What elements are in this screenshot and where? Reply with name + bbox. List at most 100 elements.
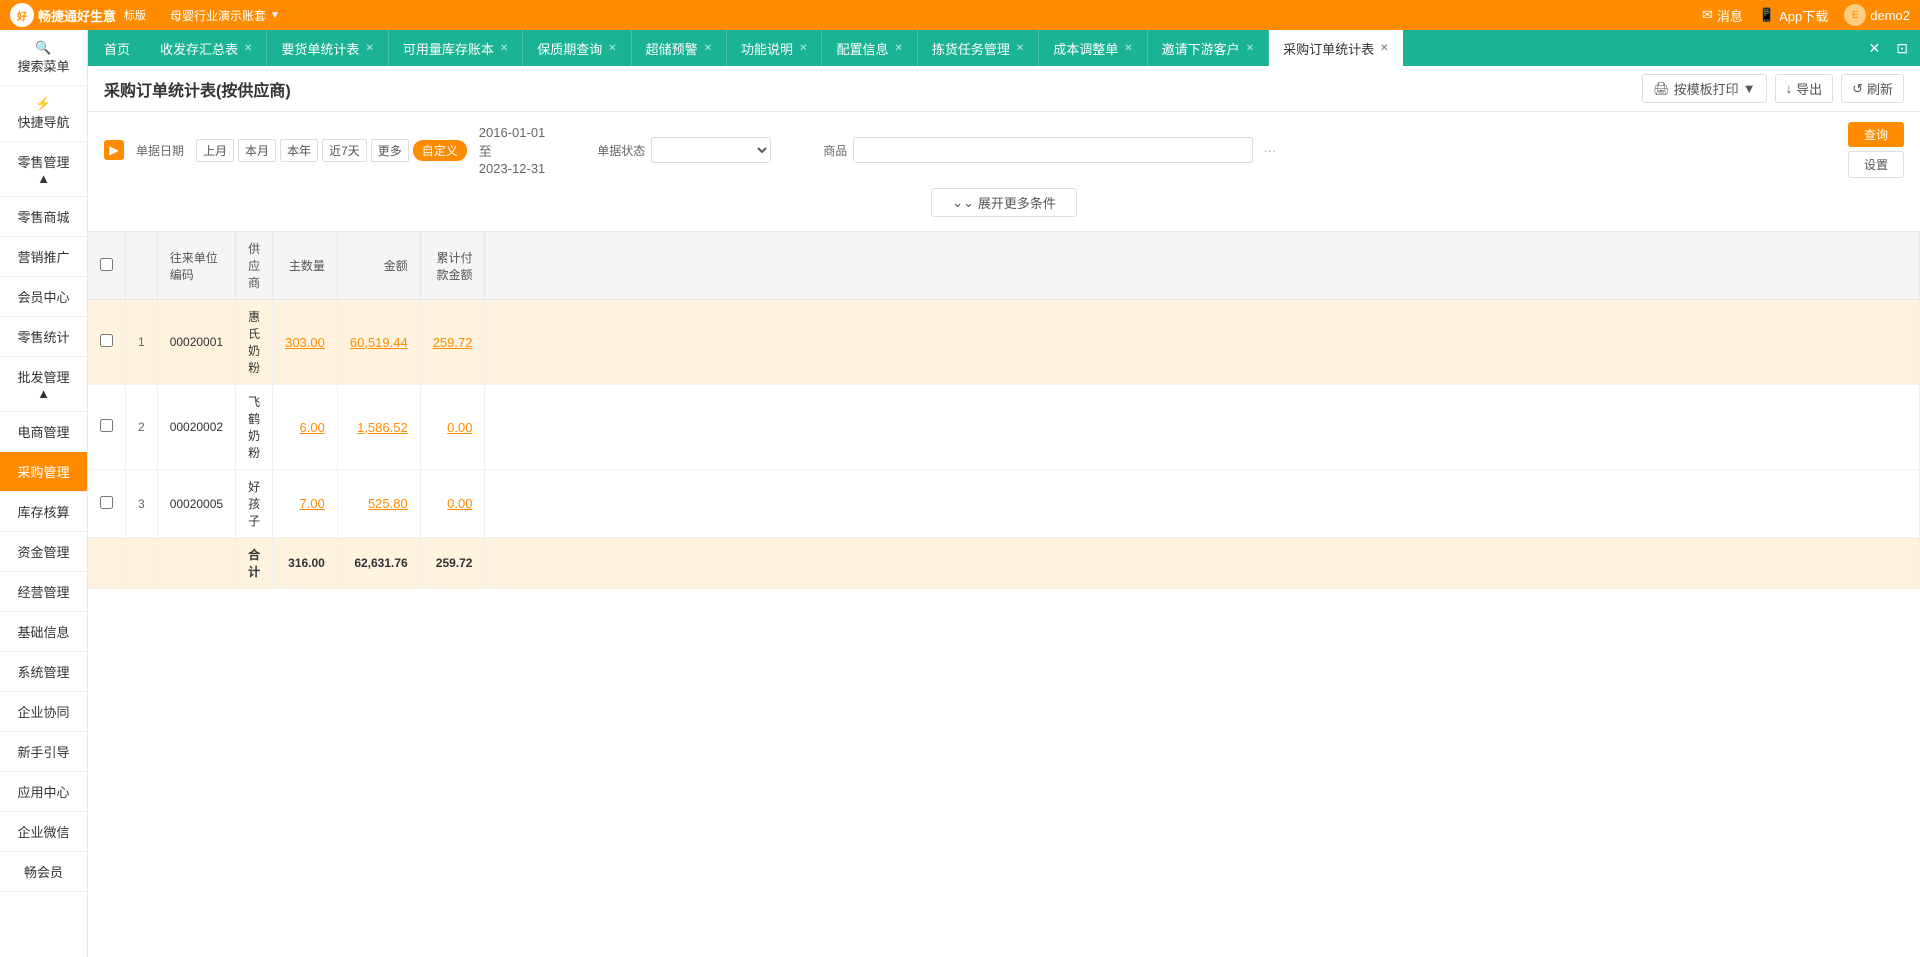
- app-download-label: App下载: [1779, 6, 1828, 25]
- td-paid-1: 259.72: [420, 300, 485, 385]
- tab-close-cost-adjust[interactable]: ✕: [1124, 43, 1132, 54]
- sidebar-item-retail-stat[interactable]: 零售统计: [0, 317, 87, 357]
- tab-pick-task[interactable]: 拣货任务管理 ✕: [918, 30, 1039, 66]
- td-supplier-1: 惠氏奶粉: [236, 300, 273, 385]
- tab-close-purchase-stat[interactable]: ✕: [1380, 43, 1388, 54]
- tab-purchase-stat[interactable]: 采购订单统计表 ✕: [1269, 30, 1403, 66]
- td-unit-code-2: 00020002: [157, 385, 235, 470]
- date-shortcut-custom[interactable]: 自定义: [413, 140, 467, 161]
- sidebar-item-purchase[interactable]: 采购管理: [0, 452, 87, 492]
- workspace-selector[interactable]: 母婴行业演示账套 ▼: [170, 7, 280, 24]
- export-btn[interactable]: ↓ 导出: [1775, 74, 1834, 103]
- message-btn[interactable]: ✉ 消息: [1702, 6, 1743, 25]
- footer-qty-cell: 316.00: [273, 538, 338, 589]
- sidebar-item-member[interactable]: 会员中心: [0, 277, 87, 317]
- tab-cost-adjust[interactable]: 成本调整单 ✕: [1039, 30, 1147, 66]
- tab-close-pick-task[interactable]: ✕: [1016, 43, 1024, 54]
- avatar: E: [1844, 4, 1866, 26]
- td-extra-1: [485, 300, 1920, 385]
- filter-area: ▶ 单据日期 上月 本月 本年 近7天 更多 自定义 2016-01-01 至 …: [88, 112, 1920, 232]
- tab-close-expiry[interactable]: ✕: [608, 43, 616, 54]
- select-all-checkbox[interactable]: [100, 258, 113, 271]
- row-checkbox-2[interactable]: [100, 419, 113, 432]
- app-download-btn[interactable]: 📱 App下载: [1759, 6, 1828, 25]
- tab-close-feature-desc[interactable]: ✕: [799, 43, 807, 54]
- tab-invite-customer[interactable]: 邀请下游客户 ✕: [1148, 30, 1269, 66]
- goods-filter-label: 商品: [823, 142, 847, 159]
- user-profile[interactable]: E demo2: [1844, 4, 1910, 26]
- tab-close-receive-pay[interactable]: ✕: [244, 43, 252, 54]
- td-index-2: 2: [126, 385, 158, 470]
- paid-link-2[interactable]: 0.00: [447, 420, 472, 435]
- sidebar-item-system[interactable]: 系统管理: [0, 652, 87, 692]
- sidebar-item-app-center[interactable]: 应用中心: [0, 772, 87, 812]
- date-shortcut-7days[interactable]: 近7天: [322, 139, 367, 162]
- tab-close-available-inv[interactable]: ✕: [500, 43, 508, 54]
- tab-overstock[interactable]: 超储预警 ✕: [632, 30, 727, 66]
- tab-close-invite-customer[interactable]: ✕: [1246, 43, 1254, 54]
- sidebar-item-vip[interactable]: 畅会员: [0, 852, 87, 892]
- goods-input[interactable]: [853, 137, 1253, 163]
- tab-receive-pay[interactable]: 收发存汇总表 ✕: [146, 30, 267, 66]
- amount-link-3[interactable]: 525.80: [368, 496, 408, 511]
- row-checkbox-1[interactable]: [100, 334, 113, 347]
- tab-expiry[interactable]: 保质期查询 ✕: [523, 30, 631, 66]
- sidebar-item-finance[interactable]: 资金管理: [0, 532, 87, 572]
- paid-link-3[interactable]: 0.00: [447, 496, 472, 511]
- message-label: 消息: [1717, 6, 1743, 25]
- date-shortcut-this-month[interactable]: 本月: [238, 139, 276, 162]
- sidebar-item-shortcut[interactable]: ⚡ 快捷导航: [0, 86, 87, 142]
- sidebar-item-basic[interactable]: 基础信息: [0, 612, 87, 652]
- sidebar-item-marketing[interactable]: 营销推广: [0, 237, 87, 277]
- paid-link-1[interactable]: 259.72: [433, 335, 473, 350]
- nav-tabs: 首页 收发存汇总表 ✕ 要货单统计表 ✕ 可用量库存账本 ✕ 保质期查询 ✕ 超…: [88, 30, 1920, 66]
- footer-supplier-cell: 合计: [236, 538, 273, 589]
- sidebar-item-inventory[interactable]: 库存核算: [0, 492, 87, 532]
- sidebar-item-wholesale[interactable]: 批发管理 ▲: [0, 357, 87, 412]
- sidebar-item-enterprise[interactable]: 企业协同: [0, 692, 87, 732]
- date-to: 2023-12-31: [479, 161, 546, 176]
- top-right: ✉ 消息 📱 App下载 E demo2: [1702, 4, 1910, 26]
- date-shortcut-more[interactable]: 更多: [371, 139, 409, 162]
- template-print-btn[interactable]: 🖨 按模板打印 ▼: [1642, 74, 1766, 103]
- date-shortcut-this-year[interactable]: 本年: [280, 139, 318, 162]
- tab-close-overstock[interactable]: ✕: [704, 43, 712, 54]
- expand-more-conditions-btn[interactable]: ⌄⌄ 展开更多条件: [931, 188, 1077, 217]
- amount-link-1[interactable]: 60,519.44: [350, 335, 408, 350]
- sidebar-item-retail-shop[interactable]: 零售商城: [0, 197, 87, 237]
- sidebar-item-ecommerce[interactable]: 电商管理: [0, 412, 87, 452]
- date-shortcuts: 上月 本月 本年 近7天 更多 自定义: [196, 139, 467, 162]
- more-conditions-row: ⌄⌄ 展开更多条件: [104, 184, 1904, 221]
- sidebar-item-wechat[interactable]: 企业微信: [0, 812, 87, 852]
- qty-link-3[interactable]: 7.00: [300, 496, 325, 511]
- row-checkbox-3[interactable]: [100, 496, 113, 509]
- status-select[interactable]: [651, 137, 771, 163]
- tab-close-all-btn[interactable]: ✕: [1865, 38, 1885, 59]
- sidebar-item-operations[interactable]: 经营管理: [0, 572, 87, 612]
- sidebar-item-search[interactable]: 🔍 搜索菜单: [0, 30, 87, 86]
- tab-config[interactable]: 配置信息 ✕: [822, 30, 917, 66]
- td-extra-2: [485, 385, 1920, 470]
- filter-expand-btn[interactable]: ▶: [104, 140, 124, 160]
- tab-available-inv[interactable]: 可用量库存账本 ✕: [389, 30, 523, 66]
- tab-feature-desc[interactable]: 功能说明 ✕: [727, 30, 822, 66]
- date-shortcut-last-month[interactable]: 上月: [196, 139, 234, 162]
- refresh-btn[interactable]: ↺ 刷新: [1841, 74, 1904, 103]
- qty-link-2[interactable]: 6.00: [300, 420, 325, 435]
- amount-link-2[interactable]: 1,586.52: [357, 420, 408, 435]
- goods-more-icon[interactable]: ···: [1259, 143, 1280, 158]
- settings-btn[interactable]: 设置: [1848, 151, 1904, 178]
- export-icon: ↓: [1786, 81, 1793, 96]
- nav-tabs-end: ✕ ⊡: [1865, 38, 1920, 59]
- filter-row-1: ▶ 单据日期 上月 本月 本年 近7天 更多 自定义 2016-01-01 至 …: [104, 122, 1904, 178]
- sidebar-item-retail[interactable]: 零售管理 ▲: [0, 142, 87, 197]
- sidebar-item-guide[interactable]: 新手引导: [0, 732, 87, 772]
- tab-maximize-btn[interactable]: ⊡: [1892, 38, 1912, 59]
- td-unit-code-3: 00020005: [157, 470, 235, 538]
- qty-link-1[interactable]: 303.00: [285, 335, 325, 350]
- tab-close-config[interactable]: ✕: [894, 43, 902, 54]
- tab-goods-stat[interactable]: 要货单统计表 ✕: [267, 30, 388, 66]
- tab-close-goods-stat[interactable]: ✕: [365, 43, 373, 54]
- search-btn[interactable]: 查询: [1848, 122, 1904, 147]
- tab-home[interactable]: 首页: [88, 30, 146, 66]
